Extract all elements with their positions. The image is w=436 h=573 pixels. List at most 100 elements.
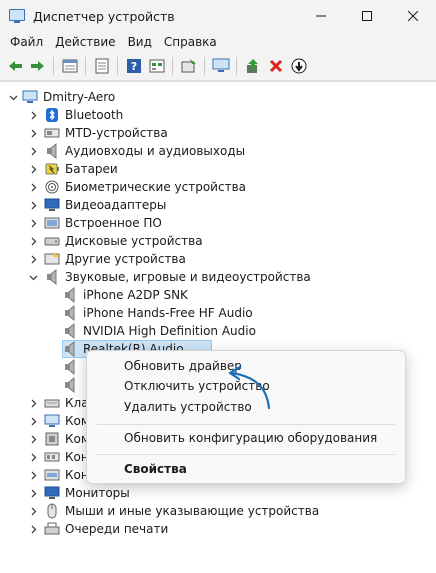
tree-item-label: Dmitry-Aero	[43, 90, 116, 104]
computer-icon	[44, 413, 60, 429]
tree-item-label: Кла	[65, 396, 89, 410]
chevron-right-icon[interactable]	[28, 484, 38, 502]
maximize-icon	[362, 11, 372, 21]
device-manager-icon	[9, 8, 25, 24]
tree-item-label: Дисковые устройства	[65, 234, 203, 248]
monitor-button[interactable]	[210, 55, 232, 77]
properties-button[interactable]	[59, 55, 81, 77]
uninstall-icon	[269, 59, 283, 73]
menu-scan-hardware[interactable]: Обновить конфигурацию оборудования	[87, 427, 405, 449]
battery-icon	[44, 161, 60, 177]
component-icon	[44, 431, 60, 447]
resources-icon	[149, 59, 165, 73]
tree-category[interactable]: Мыши и иные указывающие устройства	[0, 502, 430, 520]
sound-video-icon	[44, 268, 60, 286]
chevron-right-icon[interactable]	[28, 250, 38, 268]
chevron-right-icon[interactable]	[28, 214, 38, 232]
toolbar-separator	[204, 57, 205, 75]
tree-device[interactable]: iPhone Hands-Free HF Audio	[0, 304, 430, 322]
speaker-icon	[44, 142, 60, 160]
speaker-icon	[62, 286, 78, 304]
tree-item-label: Очереди печати	[65, 522, 169, 536]
tree-item-label: Встроенное ПО	[65, 216, 162, 230]
chevron-down-icon[interactable]	[28, 268, 38, 286]
close-button[interactable]	[390, 0, 436, 32]
tree-item-label: Аудиовходы и аудиовыходы	[65, 144, 246, 158]
tree-device[interactable]: iPhone A2DP SNK	[0, 286, 430, 304]
menu-action[interactable]: Действие	[49, 35, 121, 49]
tree-category[interactable]: Другие устройства	[0, 250, 430, 268]
computer-icon	[22, 89, 38, 105]
back-icon	[9, 61, 22, 71]
help-button[interactable]: ?	[123, 55, 145, 77]
tree-item-label: MTD-устройства	[65, 126, 168, 140]
tree-category[interactable]: Мониторы	[0, 484, 430, 502]
menu-separator	[97, 424, 395, 425]
tree-category[interactable]: Дисковые устройства	[0, 232, 430, 250]
chevron-right-icon[interactable]	[28, 124, 38, 142]
tree-category[interactable]: Очереди печати	[0, 520, 430, 538]
chevron-right-icon[interactable]	[28, 502, 38, 520]
speaker-icon	[62, 322, 78, 340]
chevron-right-icon[interactable]	[28, 520, 38, 538]
tree-item-label: Видеоадаптеры	[65, 198, 167, 212]
chevron-right-icon[interactable]	[28, 430, 38, 448]
maximize-button[interactable]	[344, 0, 390, 32]
scan-button[interactable]	[178, 55, 200, 77]
speaker-icon	[62, 340, 78, 358]
mouse-icon	[44, 503, 60, 519]
properties-icon	[62, 59, 78, 73]
chevron-right-icon[interactable]	[28, 160, 38, 178]
minimize-button[interactable]	[298, 0, 344, 32]
tree-category[interactable]: Аудиовходы и аудиовыходы	[0, 142, 430, 160]
chevron-right-icon[interactable]	[28, 412, 38, 430]
chevron-right-icon[interactable]	[28, 106, 38, 124]
annotation-arrow	[228, 365, 271, 410]
disk-drive-icon	[44, 233, 60, 249]
disable-icon	[291, 58, 307, 74]
menu-file[interactable]: Файл	[4, 35, 49, 49]
tree-category[interactable]: Батареи	[0, 160, 430, 178]
toolbar-separator	[236, 57, 237, 75]
chevron-right-icon[interactable]	[28, 142, 38, 160]
chevron-right-icon[interactable]	[28, 178, 38, 196]
tree-device[interactable]: NVIDIA High Definition Audio	[0, 322, 430, 340]
toolbar-separator	[117, 57, 118, 75]
tree-root[interactable]: Dmitry-Aero	[0, 88, 430, 106]
tree-category[interactable]: Встроенное ПО	[0, 214, 430, 232]
chevron-right-icon[interactable]	[28, 466, 38, 484]
tree-category[interactable]: Звуковые, игровые и видеоустройства	[0, 268, 430, 286]
bluetooth-icon	[44, 107, 60, 123]
resources-button[interactable]	[146, 55, 168, 77]
tree-item-label: Мыши и иные указывающие устройства	[65, 504, 320, 518]
menu-view[interactable]: Вид	[122, 35, 158, 49]
tree-item-label: iPhone A2DP SNK	[83, 288, 188, 302]
forward-button[interactable]	[27, 55, 49, 77]
monitor-icon	[212, 58, 230, 72]
uninstall-button[interactable]	[265, 55, 287, 77]
chevron-right-icon[interactable]	[28, 232, 38, 250]
svg-text:?: ?	[131, 60, 137, 73]
menu-help[interactable]: Справка	[158, 35, 223, 49]
window-title: Диспетчер устройств	[33, 8, 175, 24]
list-view-icon	[95, 58, 109, 74]
fingerprint-icon	[44, 179, 60, 195]
speaker-icon	[62, 376, 78, 394]
chevron-right-icon[interactable]	[28, 448, 38, 466]
update-driver-button[interactable]	[242, 55, 264, 77]
disable-button[interactable]	[288, 55, 310, 77]
menu-properties[interactable]: Свойства	[87, 458, 405, 480]
controller-icon	[44, 449, 60, 465]
back-button[interactable]	[4, 55, 26, 77]
list-view-button[interactable]	[91, 55, 113, 77]
tree-item-label: Звуковые, игровые и видеоустройства	[65, 270, 311, 284]
chevron-right-icon[interactable]	[28, 394, 38, 412]
tree-category[interactable]: Видеоадаптеры	[0, 196, 430, 214]
tree-category[interactable]: MTD-устройства	[0, 124, 430, 142]
chevron-right-icon[interactable]	[28, 196, 38, 214]
chevron-down-icon[interactable]	[8, 88, 18, 106]
printer-queue-icon	[44, 521, 60, 537]
tree-category[interactable]: Bluetooth	[0, 106, 430, 124]
tree-item-label: iPhone Hands-Free HF Audio	[83, 306, 253, 320]
tree-category[interactable]: Биометрические устройства	[0, 178, 430, 196]
